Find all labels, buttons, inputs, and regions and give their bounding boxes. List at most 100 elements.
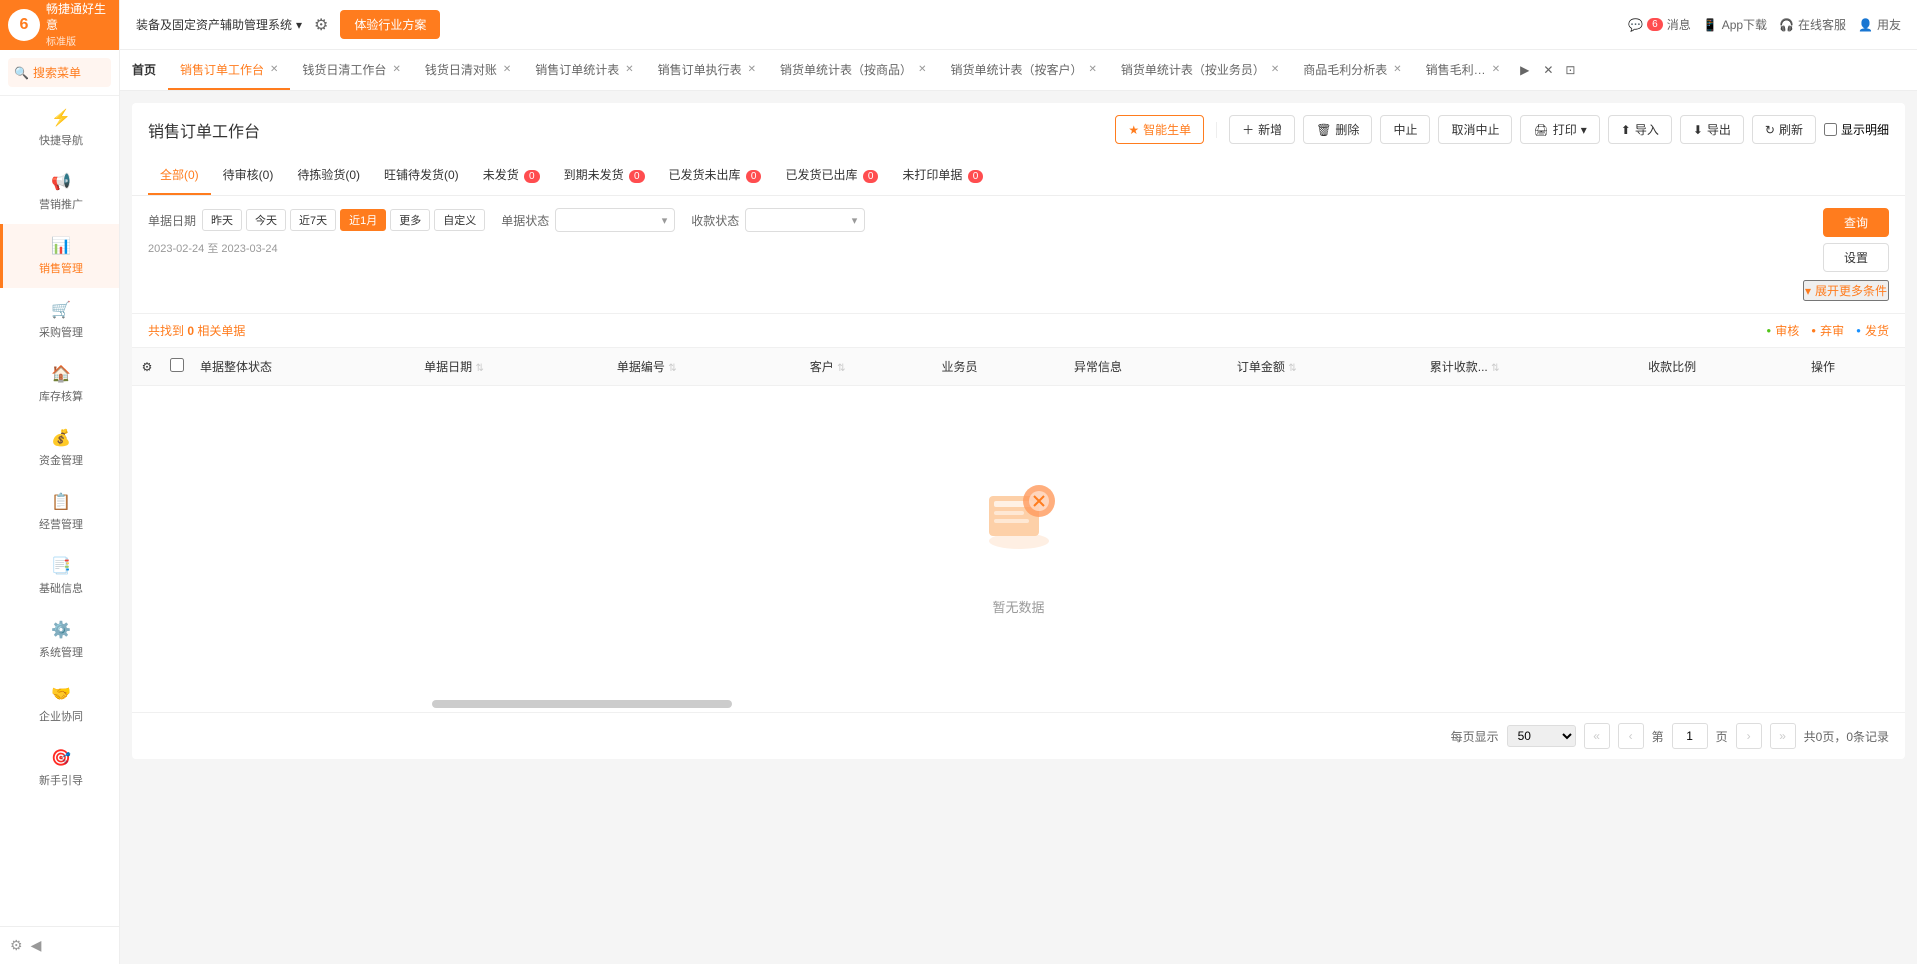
date-7days-button[interactable]: 近7天 bbox=[290, 209, 336, 231]
tab-close-icon[interactable]: ✕ bbox=[918, 64, 926, 75]
print-button[interactable]: 🖨 打印 ▾ bbox=[1520, 115, 1599, 144]
app-download-action[interactable]: 📱 App下载 bbox=[1703, 16, 1767, 33]
tab-sales-exec[interactable]: 销售订单执行表 ✕ bbox=[646, 50, 768, 90]
subtab-not-printed[interactable]: 未打印单据 0 bbox=[890, 156, 995, 195]
tab-close-icon[interactable]: ✕ bbox=[392, 64, 400, 75]
tab-close-icon[interactable]: ✕ bbox=[1088, 64, 1096, 75]
filter-setting-button[interactable]: 设置 bbox=[1823, 243, 1889, 272]
sidebar-item-operations[interactable]: 📋 经营管理 bbox=[0, 480, 119, 544]
search-menu-button[interactable]: 🔍 搜索菜单 bbox=[8, 58, 111, 87]
tab-gross-profit[interactable]: 商品毛利分析表 ✕ bbox=[1291, 50, 1413, 90]
sidebar-item-system[interactable]: ⚙️ 系统管理 bbox=[0, 608, 119, 672]
subtab-shipped-not-out[interactable]: 已发货未出库 0 bbox=[657, 156, 774, 195]
tab-cash-daily[interactable]: 钱货日清工作台 ✕ bbox=[290, 50, 412, 90]
last-page-button[interactable]: » bbox=[1770, 723, 1796, 749]
sidebar-collapse-button[interactable]: ◀ bbox=[31, 937, 42, 954]
sidebar-settings-button[interactable]: ⚙ bbox=[10, 937, 23, 954]
tab-sales-salesman[interactable]: 销货单统计表（按业务员） ✕ bbox=[1109, 50, 1291, 90]
tab-close-icon[interactable]: ✕ bbox=[1492, 64, 1500, 75]
tab-sales-stats[interactable]: 销售订单统计表 ✕ bbox=[523, 50, 645, 90]
tab-home[interactable]: 首页 bbox=[120, 50, 168, 90]
expand-row: ▾ 展开更多条件 bbox=[148, 280, 1889, 301]
col-ratio-label: 收款比例 bbox=[1648, 360, 1696, 374]
import-button[interactable]: ⬆ 导入 bbox=[1608, 115, 1672, 144]
sidebar-item-guide[interactable]: 🎯 新手引导 bbox=[0, 736, 119, 800]
prev-page-button[interactable]: ‹ bbox=[1618, 723, 1644, 749]
tab-sales-customer[interactable]: 销货单统计表（按客户） ✕ bbox=[938, 50, 1108, 90]
smart-order-button[interactable]: ★ 智能生单 bbox=[1115, 115, 1204, 144]
tab-close-icon[interactable]: ✕ bbox=[1271, 64, 1279, 75]
tab-close-icon[interactable]: ✕ bbox=[270, 64, 278, 75]
sidebar-item-enterprise[interactable]: 🤝 企业协同 bbox=[0, 672, 119, 736]
subtab-shipped-out[interactable]: 已发货已出库 0 bbox=[773, 156, 890, 195]
ship-batch-button[interactable]: 发货 bbox=[1856, 322, 1889, 339]
tab-expand-button[interactable]: ⊡ bbox=[1559, 63, 1581, 77]
delete-button[interactable]: 🗑 删除 bbox=[1303, 115, 1372, 144]
sort-icon[interactable]: ⇅ bbox=[1288, 363, 1296, 374]
subtab-pending-review[interactable]: 待审核(0) bbox=[211, 156, 286, 195]
sidebar-item-inventory[interactable]: 🏠 库存核算 bbox=[0, 352, 119, 416]
horizontal-scroll[interactable] bbox=[132, 696, 1905, 712]
date-custom-button[interactable]: 自定义 bbox=[434, 209, 485, 231]
sidebar-item-quick[interactable]: ⚡ 快捷导航 bbox=[0, 96, 119, 160]
tab-close-icon[interactable]: ✕ bbox=[503, 64, 511, 75]
sidebar-item-finance[interactable]: 💰 资金管理 bbox=[0, 416, 119, 480]
show-detail-checkbox[interactable] bbox=[1824, 123, 1837, 136]
sidebar-item-marketing[interactable]: 📢 营销推广 bbox=[0, 160, 119, 224]
subtab-pending-check[interactable]: 待拣验货(0) bbox=[285, 156, 372, 195]
subtab-wangpu-ship[interactable]: 旺铺待发货(0) bbox=[372, 156, 471, 195]
first-page-button[interactable]: « bbox=[1584, 723, 1610, 749]
date-more-button[interactable]: 更多 bbox=[390, 209, 430, 231]
cancel-stop-button[interactable]: 取消中止 bbox=[1438, 115, 1512, 144]
cancel-audit-batch-button[interactable]: 弃审 bbox=[1811, 322, 1844, 339]
scroll-thumb[interactable] bbox=[432, 700, 732, 708]
tab-sales-profit[interactable]: 销售毛利… ✕ bbox=[1414, 50, 1512, 90]
system-title-dropdown[interactable]: 装备及固定资产辅助管理系统 ▾ bbox=[136, 16, 302, 33]
refresh-button[interactable]: ↻ 刷新 bbox=[1752, 115, 1816, 144]
tab-close-all-button[interactable]: ✕ bbox=[1537, 63, 1559, 77]
chevron-down-icon: ▾ bbox=[1805, 284, 1811, 298]
subtab-label: 旺铺待发货(0) bbox=[384, 168, 459, 182]
page-number-input[interactable] bbox=[1672, 723, 1708, 749]
query-button[interactable]: 查询 bbox=[1823, 208, 1889, 237]
sidebar-item-sales[interactable]: 📊 销售管理 bbox=[0, 224, 119, 288]
sort-icon[interactable]: ⇅ bbox=[668, 363, 676, 374]
status-select[interactable] bbox=[555, 208, 675, 232]
settings-gear-icon[interactable]: ⚙ bbox=[314, 15, 328, 35]
sidebar-item-label: 新手引导 bbox=[39, 772, 83, 788]
date-1month-button[interactable]: 近1月 bbox=[340, 209, 386, 231]
tab-cash-reconcile[interactable]: 钱货日清对账 ✕ bbox=[413, 50, 523, 90]
subtab-not-shipped[interactable]: 未发货 0 bbox=[471, 156, 552, 195]
sidebar-item-purchase[interactable]: 🛒 采购管理 bbox=[0, 288, 119, 352]
date-today-button[interactable]: 今天 bbox=[246, 209, 286, 231]
tab-close-icon[interactable]: ✕ bbox=[1393, 64, 1401, 75]
tab-sales-workbench[interactable]: 销售订单工作台 ✕ bbox=[168, 50, 290, 90]
stop-button[interactable]: 中止 bbox=[1380, 115, 1430, 144]
message-action[interactable]: 💬 6 消息 bbox=[1628, 16, 1691, 33]
tab-overflow-button[interactable]: ▶ bbox=[1512, 63, 1537, 77]
tab-sales-goods[interactable]: 销货单统计表（按商品） ✕ bbox=[768, 50, 938, 90]
tab-close-icon[interactable]: ✕ bbox=[748, 64, 756, 75]
user-action[interactable]: 👤 用友 bbox=[1858, 16, 1901, 33]
online-service-action[interactable]: 🎧 在线客服 bbox=[1779, 16, 1846, 33]
expand-filter-button[interactable]: ▾ 展开更多条件 bbox=[1803, 280, 1889, 301]
column-settings-icon[interactable]: ⚙ bbox=[142, 360, 153, 374]
date-yesterday-button[interactable]: 昨天 bbox=[202, 209, 242, 231]
show-detail-label[interactable]: 显示明细 bbox=[1824, 121, 1889, 138]
tab-close-icon[interactable]: ✕ bbox=[625, 64, 633, 75]
subtab-overdue-ship[interactable]: 到期未发货 0 bbox=[552, 156, 657, 195]
audit-batch-button[interactable]: 审核 bbox=[1766, 322, 1799, 339]
sidebar-item-basics[interactable]: 📑 基础信息 bbox=[0, 544, 119, 608]
sort-icon[interactable]: ⇅ bbox=[1491, 363, 1499, 374]
per-page-select[interactable]: 50 10 20 100 bbox=[1507, 725, 1576, 747]
sort-icon[interactable]: ⇅ bbox=[475, 363, 483, 374]
next-page-button[interactable]: › bbox=[1736, 723, 1762, 749]
sort-icon[interactable]: ⇅ bbox=[837, 363, 845, 374]
collection-select[interactable] bbox=[745, 208, 865, 232]
add-button[interactable]: ＋ 新增 bbox=[1229, 115, 1295, 144]
subtab-all[interactable]: 全部(0) bbox=[148, 156, 211, 195]
industry-solution-button[interactable]: 体验行业方案 bbox=[340, 10, 440, 39]
export-button[interactable]: ⬇ 导出 bbox=[1680, 115, 1744, 144]
select-all-checkbox[interactable] bbox=[170, 358, 184, 372]
page-actions: ★ 智能生单 ＋ 新增 🗑 删除 中止 bbox=[1115, 115, 1889, 144]
